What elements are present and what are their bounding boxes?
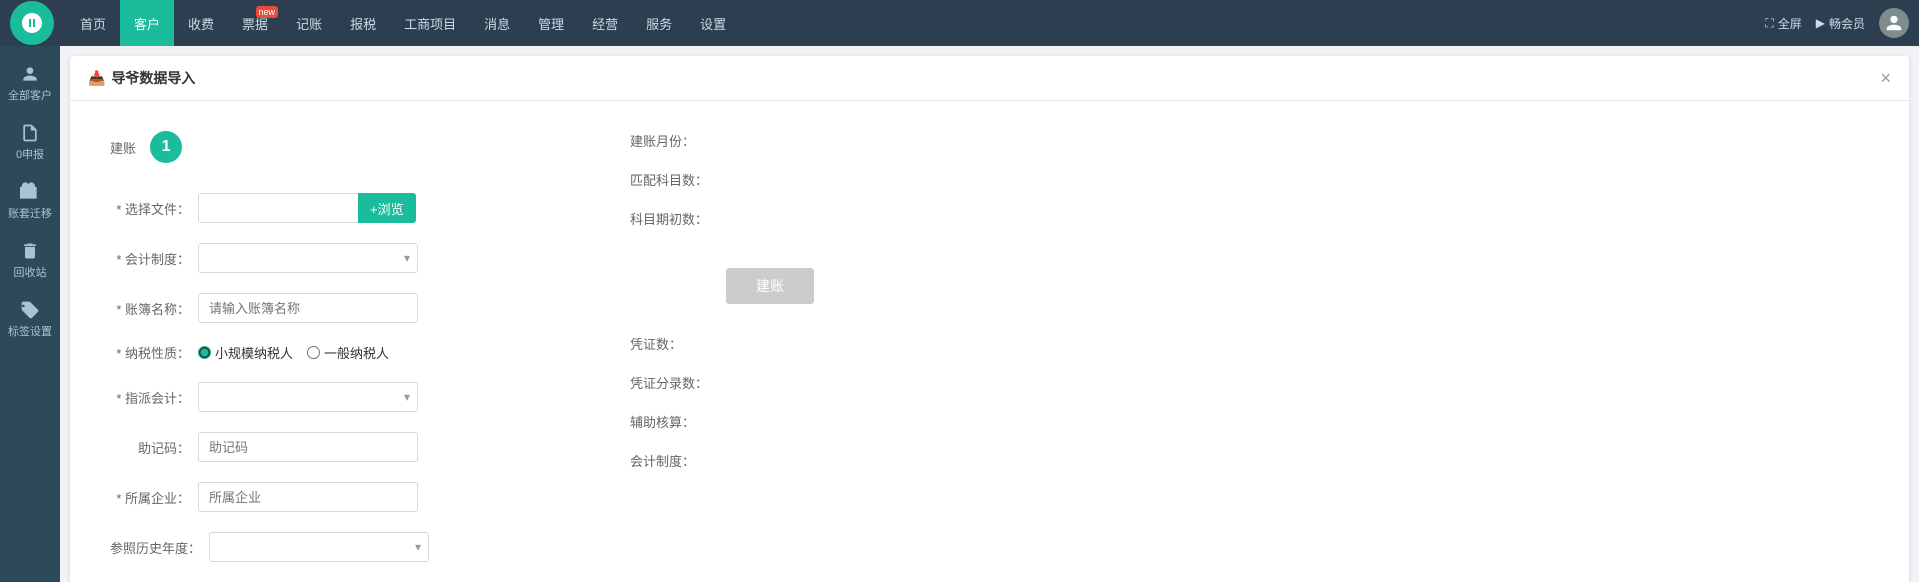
nav-home[interactable]: 首页 [66,0,120,46]
assign-accountant-label: * 指派会计： [110,388,190,407]
nav-menu: 首页 客户 收费 票据 new 记账 报税 工商项目 消息 管理 经营 服务 设… [66,0,1765,46]
accounting-system-label: * 会计制度： [110,249,190,268]
nav-settings[interactable]: 设置 [686,0,740,46]
form-area: 建账 1 * 选择文件： +浏览 * 会计制度： [70,101,1909,582]
history-year-select[interactable] [209,532,429,562]
history-year-label: 参照历史年度： [110,538,201,557]
build-account-button[interactable]: 建账 [726,268,814,304]
fullscreen-icon: ⛶ [1765,16,1773,31]
new-badge: new [256,6,279,18]
form-right: 建账月份： 匹配科目数： 科目期初数： 建账 凭证数： 凭证 [630,131,910,562]
accounting-system-select[interactable] [198,243,418,273]
user-avatar[interactable] [1879,8,1909,38]
file-label: * 选择文件： [110,199,190,218]
match-subject-label: 匹配科目数： [630,170,708,189]
voucher-count-label: 凭证数： [630,334,682,353]
tax-type-label: * 纳税性质： [110,343,190,362]
tax-radio-group: 小规模纳税人 一般纳税人 [198,343,389,362]
tax-general-radio[interactable]: 一般纳税人 [307,343,389,362]
accounting-system-select-wrapper [198,243,418,273]
tax-general-input[interactable] [307,346,320,359]
trash-icon [20,241,40,261]
auxiliary-row: 辅助核算： [630,412,910,431]
sidebar: 全部客户 0申报 账套迁移 回收站 标签设置 [0,46,60,582]
migrate-icon [20,182,40,202]
step-circle: 1 [150,131,182,163]
tax-small-input[interactable] [198,346,211,359]
accounting-system-row: * 会计制度： [110,243,570,273]
build-month-row: 建账月份： [630,131,910,150]
nav-invoice[interactable]: 票据 new [228,0,282,46]
build-month-label: 建账月份： [630,131,695,150]
voucher-entry-row: 凭证分录数： [630,373,910,392]
auxiliary-label: 辅助核算： [630,412,695,431]
step-label: 建账 [110,138,136,157]
tax-small-radio[interactable]: 小规模纳税人 [198,343,293,362]
assign-accountant-row: * 指派会计： [110,382,570,412]
tax-small-label: 小规模纳税人 [215,343,293,362]
period-initial-label: 科目期初数： [630,209,708,228]
tax-type-row: * 纳税性质： 小规模纳税人 一般纳税人 [110,343,570,362]
company-row: * 所属企业： [110,482,570,512]
step-section: 建账 1 [110,131,570,163]
ledger-name-row: * 账簿名称： [110,293,570,323]
browse-button[interactable]: +浏览 [358,193,416,223]
tag-icon [20,300,40,320]
nav-message[interactable]: 消息 [470,0,524,46]
dialog-header: 📥 导爷数据导入 × [70,56,1909,101]
fullscreen-button[interactable]: ⛶ 全屏 [1765,15,1801,32]
import-icon: 📥 [88,70,105,87]
history-year-row: 参照历史年度： [110,532,570,562]
sidebar-item-migrate[interactable]: 账套迁移 [2,174,58,229]
top-navigation: 首页 客户 收费 票据 new 记账 报税 工商项目 消息 管理 经营 服务 设… [0,0,1919,46]
memo-label: 助记码： [110,438,190,457]
voucher-count-row: 凭证数： [630,334,910,353]
right-accounting-system-label: 会计制度： [630,451,695,470]
sidebar-item-all-clients[interactable]: 全部客户 [2,56,58,111]
form-left: 建账 1 * 选择文件： +浏览 * 会计制度： [110,131,570,562]
file-row: * 选择文件： +浏览 [110,193,570,223]
memo-input[interactable] [198,432,418,462]
app-logo [10,1,54,45]
content-area: 📥 导爷数据导入 × 建账 1 * 选择文件： [60,46,1919,582]
close-button[interactable]: × [1880,69,1891,87]
ledger-name-label: * 账簿名称： [110,299,190,318]
nav-operation[interactable]: 经营 [578,0,632,46]
memo-row: 助记码： [110,432,570,462]
member-button[interactable]: ▶ 畅会员 [1816,15,1865,32]
company-input[interactable] [198,482,418,512]
nav-client[interactable]: 客户 [120,0,174,46]
nav-tax[interactable]: 报税 [336,0,390,46]
file-input[interactable] [198,193,358,223]
company-label: * 所属企业： [110,488,190,507]
match-subject-row: 匹配科目数： [630,170,910,189]
play-icon: ▶ [1816,16,1825,30]
nav-account[interactable]: 记账 [282,0,336,46]
build-account-btn-wrapper: 建账 [630,258,910,304]
assign-accountant-select[interactable] [198,382,418,412]
main-layout: 全部客户 0申报 账套迁移 回收站 标签设置 [0,46,1919,582]
declare-icon [20,123,40,143]
file-input-group: +浏览 [198,193,416,223]
dialog-title: 📥 导爷数据导入 [88,68,195,88]
nav-service[interactable]: 服务 [632,0,686,46]
voucher-entry-label: 凭证分录数： [630,373,708,392]
sidebar-item-declare[interactable]: 0申报 [2,115,58,170]
history-year-select-wrapper [209,532,429,562]
user-icon [20,64,40,84]
dialog-panel: 📥 导爷数据导入 × 建账 1 * 选择文件： [70,56,1909,582]
assign-accountant-select-wrapper [198,382,418,412]
sidebar-item-tag-settings[interactable]: 标签设置 [2,292,58,347]
tax-general-label: 一般纳税人 [324,343,389,362]
topnav-right: ⛶ 全屏 ▶ 畅会员 [1765,8,1909,38]
nav-fee[interactable]: 收费 [174,0,228,46]
period-initial-row: 科目期初数： [630,209,910,228]
nav-manage[interactable]: 管理 [524,0,578,46]
nav-bizproject[interactable]: 工商项目 [390,0,470,46]
sidebar-item-trash[interactable]: 回收站 [2,233,58,288]
ledger-name-input[interactable] [198,293,418,323]
right-accounting-system-row: 会计制度： [630,451,910,470]
